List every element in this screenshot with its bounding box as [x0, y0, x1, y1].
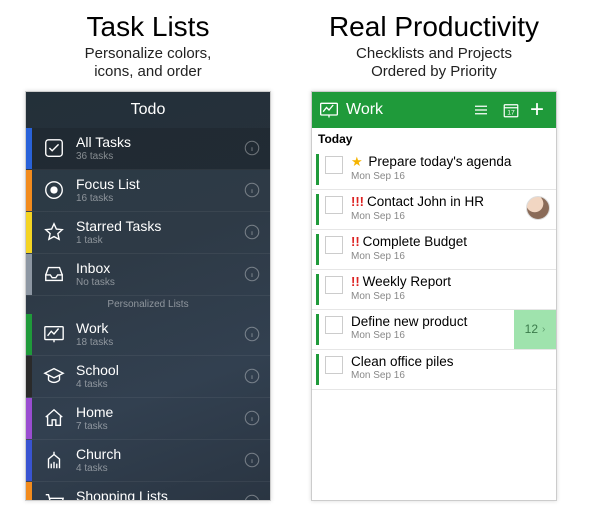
task-checkbox[interactable]	[325, 356, 343, 374]
day-label: Today	[312, 128, 556, 150]
right-phone: Work 17 + Today ★ Prepare today's agenda…	[311, 91, 557, 501]
work-toolbar: Work 17 +	[312, 92, 556, 128]
right-sub-line1: Checklists and Projects	[356, 45, 512, 62]
accent-line	[316, 354, 319, 385]
list-row[interactable]: School 4 tasks	[26, 356, 270, 398]
row-title: Work	[76, 321, 234, 335]
task-date: Mon Sep 16	[351, 291, 550, 302]
task-title: Define new product	[351, 314, 467, 329]
info-icon[interactable]	[234, 223, 270, 241]
task-date: Mon Sep 16	[351, 370, 550, 381]
task-date: Mon Sep 16	[351, 330, 508, 341]
row-title: Starred Tasks	[76, 219, 234, 233]
toolbar-title: Work	[346, 101, 466, 119]
task-date: Mon Sep 16	[351, 251, 550, 262]
list-row[interactable]: Work 18 tasks	[26, 314, 270, 356]
left-heading: Task Lists	[87, 12, 210, 43]
calendar-icon[interactable]: 17	[496, 101, 526, 119]
target-icon	[32, 179, 76, 201]
accent-line	[316, 194, 319, 225]
row-count: 4 tasks	[76, 463, 234, 474]
todo-header: Todo	[26, 92, 270, 128]
info-icon[interactable]	[234, 451, 270, 469]
chart-icon	[32, 323, 76, 345]
cart-icon	[32, 491, 76, 500]
row-count: 7 tasks	[76, 421, 234, 432]
check-box-icon	[32, 137, 76, 159]
task-row[interactable]: Define new productMon Sep 16 12›	[312, 310, 556, 350]
left-phone: Todo All Tasks 36 tasks Focus List 16 tasks…	[25, 91, 271, 501]
task-title: Contact John in HR	[367, 194, 484, 209]
list-row[interactable]: Church 4 tasks	[26, 440, 270, 482]
info-icon[interactable]	[234, 139, 270, 157]
left-sub-line2: icons, and order	[94, 63, 202, 80]
list-row[interactable]: All Tasks 36 tasks	[26, 128, 270, 170]
chart-icon	[312, 100, 346, 120]
row-count: 36 tasks	[76, 151, 234, 162]
info-icon[interactable]	[234, 265, 270, 283]
priority-badge: !!	[351, 274, 360, 289]
row-title: All Tasks	[76, 135, 234, 149]
accent-line	[316, 234, 319, 265]
right-sub-line2: Ordered by Priority	[371, 63, 497, 80]
list-row[interactable]: Starred Tasks 1 task	[26, 212, 270, 254]
task-checkbox[interactable]	[325, 156, 343, 174]
row-title: School	[76, 363, 234, 377]
priority-badge: !!	[351, 234, 360, 249]
right-heading: Real Productivity	[329, 12, 539, 43]
list-row[interactable]: Home 7 tasks	[26, 398, 270, 440]
task-checkbox[interactable]	[325, 196, 343, 214]
task-title: Prepare today's agenda	[368, 154, 511, 169]
avatar	[526, 196, 550, 220]
row-title: Church	[76, 447, 234, 461]
task-date: Mon Sep 16	[351, 171, 550, 182]
row-count: 18 tasks	[76, 337, 234, 348]
temple-icon	[32, 449, 76, 471]
left-sub-line1: Personalize colors,	[85, 45, 212, 62]
star-icon: ★	[351, 154, 363, 169]
task-row[interactable]: ★ Prepare today's agenda Mon Sep 16	[312, 150, 556, 190]
info-icon[interactable]	[234, 325, 270, 343]
section-label: Personalized Lists	[26, 296, 270, 314]
star-icon	[32, 221, 76, 243]
list-row[interactable]: Focus List 16 tasks	[26, 170, 270, 212]
list-row[interactable]: Shopping Lists3 tasks	[26, 482, 270, 500]
info-icon[interactable]	[234, 181, 270, 199]
priority-badge: !!!	[351, 194, 364, 209]
svg-text:17: 17	[507, 109, 515, 116]
info-icon[interactable]	[234, 493, 270, 500]
grad-cap-icon	[32, 365, 76, 387]
task-title: Complete Budget	[363, 234, 467, 249]
row-count: No tasks	[76, 277, 234, 288]
task-row[interactable]: Clean office pilesMon Sep 16	[312, 350, 556, 390]
accent-line	[316, 274, 319, 305]
task-row[interactable]: !!Complete Budget Mon Sep 16	[312, 230, 556, 270]
task-checkbox[interactable]	[325, 236, 343, 254]
row-count: 1 task	[76, 235, 234, 246]
info-icon[interactable]	[234, 409, 270, 427]
row-count: 4 tasks	[76, 379, 234, 390]
task-row[interactable]: !!!Contact John in HR Mon Sep 16	[312, 190, 556, 230]
inbox-icon	[32, 263, 76, 285]
row-count: 16 tasks	[76, 193, 234, 204]
list-row[interactable]: Inbox No tasks	[26, 254, 270, 296]
row-title: Focus List	[76, 177, 234, 191]
row-title: Shopping Lists	[76, 489, 234, 500]
list-view-icon[interactable]	[466, 101, 496, 119]
task-row[interactable]: !!Weekly Report Mon Sep 16	[312, 270, 556, 310]
task-date: Mon Sep 16	[351, 211, 522, 222]
info-icon[interactable]	[234, 367, 270, 385]
accent-line	[316, 314, 319, 345]
row-title: Inbox	[76, 261, 234, 275]
task-title: Weekly Report	[363, 274, 451, 289]
task-title: Clean office piles	[351, 354, 454, 369]
home-icon	[32, 407, 76, 429]
row-title: Home	[76, 405, 234, 419]
task-checkbox[interactable]	[325, 276, 343, 294]
accent-line	[316, 154, 319, 185]
task-count-badge[interactable]: 12›	[514, 310, 556, 349]
task-checkbox[interactable]	[325, 316, 343, 334]
add-task-button[interactable]: +	[526, 96, 556, 124]
